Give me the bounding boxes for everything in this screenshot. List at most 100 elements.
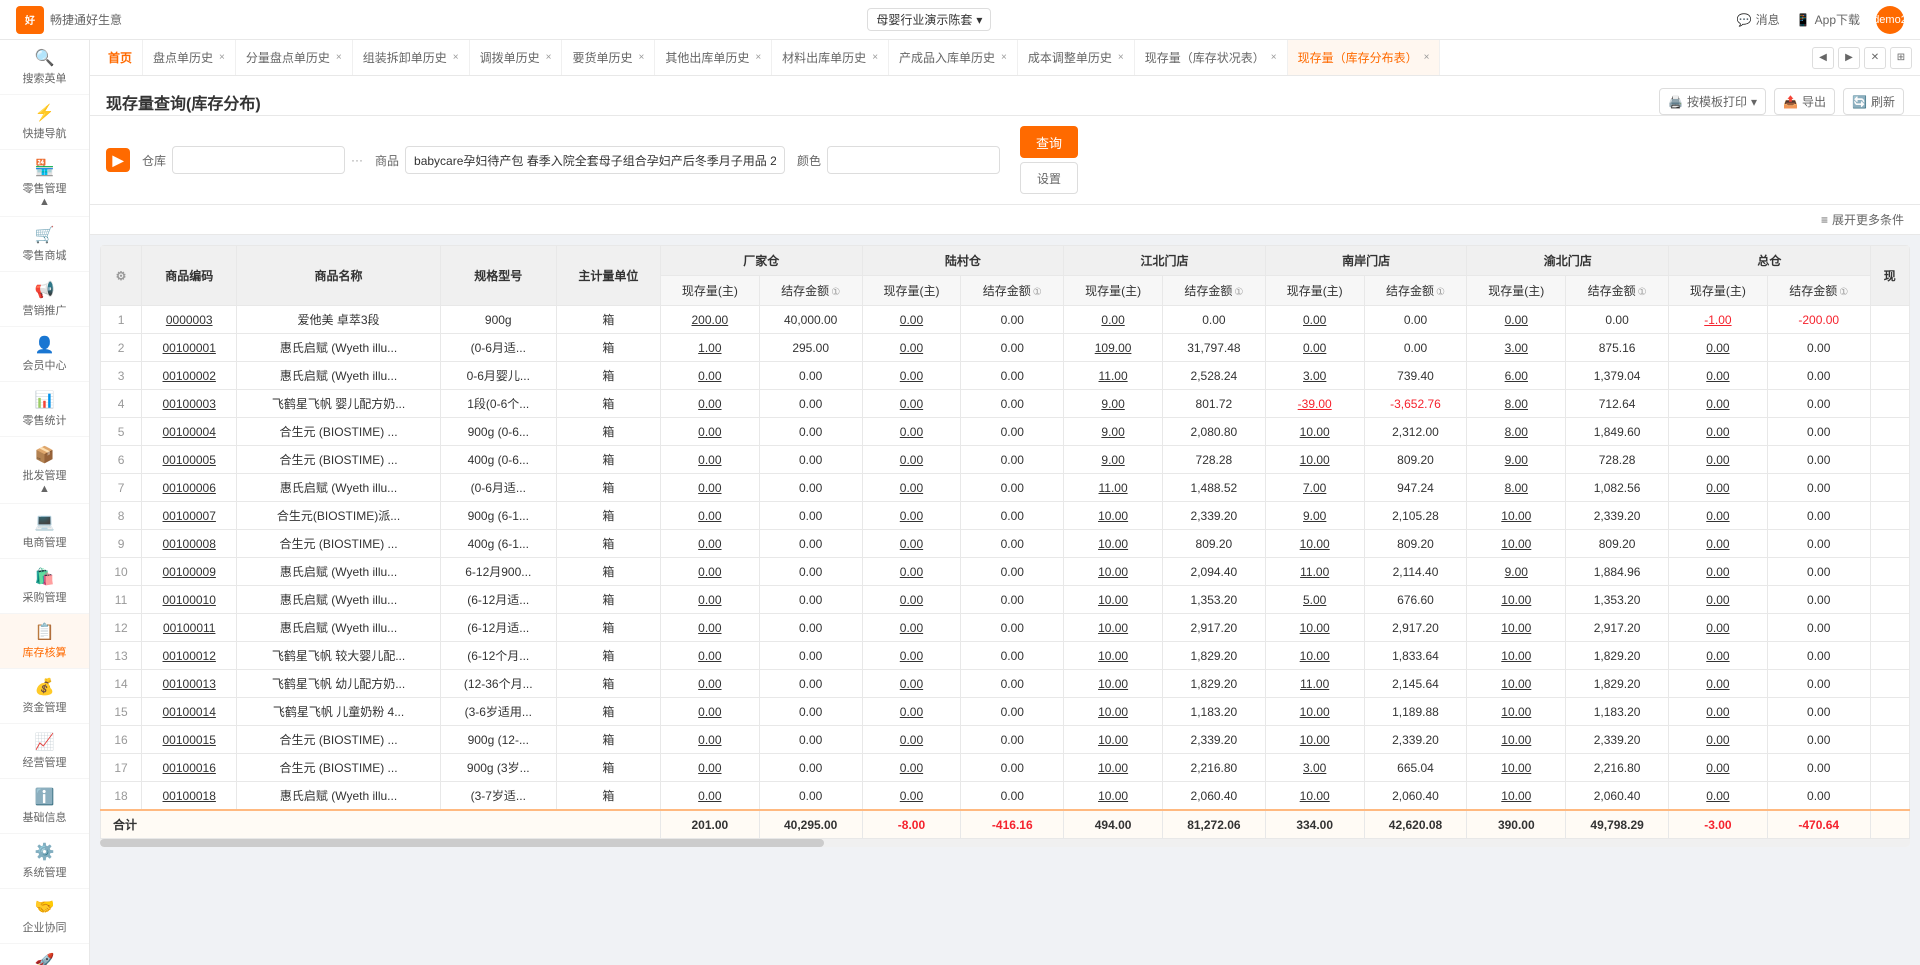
print-btn[interactable]: 🖨️ 按模板打印 ▾ <box>1659 88 1766 115</box>
member-icon: 👤 <box>35 335 55 355</box>
tab-transfer[interactable]: 调拨单历史 × <box>470 40 563 75</box>
tab-cost-adjust[interactable]: 成本调整单历史 × <box>1018 40 1135 75</box>
close-icon[interactable]: × <box>755 52 761 63</box>
filter-area: ▶ 仓库 ··· 商品 颜色 查询 设置 <box>90 116 1920 205</box>
row-jb-qty: 10.00 <box>1064 530 1163 558</box>
settings-btn[interactable]: 设置 <box>1020 162 1078 194</box>
row-name: 惠氏启赋 (Wyeth illu... <box>237 362 440 390</box>
row-na-amt: 739.40 <box>1364 362 1467 390</box>
warehouse-input[interactable] <box>172 146 345 174</box>
row-jb-amt: 1,183.20 <box>1162 698 1265 726</box>
tab-sub-check[interactable]: 分量盘点单历史 × <box>236 40 353 75</box>
horizontal-scrollbar[interactable] <box>100 839 1910 847</box>
close-icon[interactable]: × <box>872 52 878 63</box>
tab-next-btn[interactable]: ▶ <box>1838 47 1860 69</box>
th-code: 商品编码 <box>142 246 237 306</box>
wholesale-icon: 📦 <box>35 445 55 465</box>
row-zc-amt: 0.00 <box>1767 362 1870 390</box>
sidebar-item-finance[interactable]: 💰 资金管理 <box>0 669 89 724</box>
tab-prev-btn[interactable]: ◀ <box>1812 47 1834 69</box>
close-icon[interactable]: × <box>1118 52 1124 63</box>
sidebar-item-member[interactable]: 👤 会员中心 <box>0 327 89 382</box>
close-icon[interactable]: × <box>1001 52 1007 63</box>
row-na-qty: 10.00 <box>1265 530 1364 558</box>
sidebar-item-nav[interactable]: ⚡ 快捷导航 <box>0 95 89 150</box>
tab-stock-dist[interactable]: 现存量（库存分布表） × <box>1288 40 1441 75</box>
tab-material-out[interactable]: 材料出库单历史 × <box>772 40 889 75</box>
row-lc-qty: 0.00 <box>862 614 961 642</box>
close-icon[interactable]: × <box>453 52 459 63</box>
tab-expand-btn[interactable]: ⊞ <box>1890 47 1912 69</box>
row-yb-amt: 1,829.20 <box>1566 670 1669 698</box>
sidebar-item-retail[interactable]: 🏪 零售管理 ▲ <box>0 150 89 217</box>
row-code: 00100012 <box>142 642 237 670</box>
query-btn[interactable]: 查询 <box>1020 126 1078 158</box>
sidebar-item-inventory[interactable]: 📋 库存核算 <box>0 614 89 669</box>
close-icon[interactable]: × <box>1271 52 1277 63</box>
close-icon[interactable]: × <box>1424 52 1430 63</box>
row-name: 合生元 (BIOSTIME) ... <box>237 446 440 474</box>
sidebar-item-guide[interactable]: 🚀 新手引导 <box>0 944 89 965</box>
row-name: 合生元 (BIOSTIME) ... <box>237 530 440 558</box>
row-unit: 箱 <box>556 558 660 586</box>
tab-close-btn[interactable]: ✕ <box>1864 47 1886 69</box>
th-yubei-store: 渝北门店 <box>1467 246 1669 276</box>
row-spec: 900g (12-... <box>440 726 556 754</box>
row-jb-qty: 10.00 <box>1064 558 1163 586</box>
th-gear[interactable]: ⚙ <box>101 246 142 306</box>
row-yb-qty: 9.00 <box>1467 446 1566 474</box>
sidebar-item-ecommerce[interactable]: 💻 电商管理 <box>0 504 89 559</box>
tab-finished-in[interactable]: 产成品入库单历史 × <box>889 40 1018 75</box>
refresh-btn[interactable]: 🔄 刷新 <box>1843 88 1904 115</box>
sidebar-item-operations[interactable]: 📈 经营管理 <box>0 724 89 779</box>
row-fc-qty: 0.00 <box>660 418 759 446</box>
close-icon[interactable]: × <box>638 52 644 63</box>
row-yb-amt: 1,353.20 <box>1566 586 1669 614</box>
sum-lc-qty: -8.00 <box>862 810 961 839</box>
sidebar-item-info[interactable]: ℹ️ 基础信息 <box>0 779 89 834</box>
row-zc-amt: 0.00 <box>1767 530 1870 558</box>
row-num: 7 <box>101 474 142 502</box>
tab-home[interactable]: 首页 <box>98 40 143 75</box>
close-icon[interactable]: × <box>336 52 342 63</box>
row-jb-qty: 9.00 <box>1064 446 1163 474</box>
tab-order[interactable]: 要货单历史 × <box>562 40 655 75</box>
tab-assembly[interactable]: 组装拆卸单历史 × <box>353 40 470 75</box>
sidebar-item-purchase[interactable]: 🛍️ 采购管理 <box>0 559 89 614</box>
row-unit: 箱 <box>556 502 660 530</box>
row-lc-qty: 0.00 <box>862 362 961 390</box>
sidebar-item-mall[interactable]: 🛒 零售商城 <box>0 217 89 272</box>
close-icon[interactable]: × <box>546 52 552 63</box>
row-zc-amt: 0.00 <box>1767 418 1870 446</box>
product-input[interactable] <box>405 146 785 174</box>
table-row: 16 00100015 合生元 (BIOSTIME) ... 900g (12-… <box>101 726 1910 754</box>
sidebar-item-wholesale[interactable]: 📦 批发管理 ▲ <box>0 437 89 504</box>
row-unit: 箱 <box>556 670 660 698</box>
color-input[interactable] <box>827 146 1000 174</box>
app-download-btn[interactable]: 📱 App下载 <box>1796 11 1860 28</box>
sidebar-item-stats[interactable]: 📊 零售统计 <box>0 382 89 437</box>
messages-btn[interactable]: 💬 消息 <box>1737 11 1780 28</box>
row-na-amt: 0.00 <box>1364 334 1467 362</box>
tab-stock-status[interactable]: 现存量（库存状况表） × <box>1135 40 1288 75</box>
row-jb-qty: 10.00 <box>1064 726 1163 754</box>
row-zc-amt: 0.00 <box>1767 586 1870 614</box>
export-btn[interactable]: 📤 导出 <box>1774 88 1835 115</box>
row-zc-amt: 0.00 <box>1767 558 1870 586</box>
sidebar-item-system[interactable]: ⚙️ 系统管理 <box>0 834 89 889</box>
tab-inventory-check[interactable]: 盘点单历史 × <box>143 40 236 75</box>
filter-expand-btn[interactable]: ▶ <box>106 148 130 172</box>
th-total-wh: 总仓 <box>1669 246 1871 276</box>
store-selector[interactable]: 母婴行业演示陈套 ▾ <box>867 8 991 31</box>
expand-conditions-btn[interactable]: ≡ 展开更多条件 <box>1821 211 1904 228</box>
sidebar-item-search[interactable]: 🔍 搜索英单 <box>0 40 89 95</box>
row-current <box>1870 614 1909 642</box>
th-fc-amt: 结存金额① <box>759 276 862 306</box>
tab-other-out[interactable]: 其他出库单历史 × <box>655 40 772 75</box>
color-label: 颜色 <box>797 152 821 169</box>
sidebar-item-collab[interactable]: 🤝 企业协同 <box>0 889 89 944</box>
sidebar-item-marketing[interactable]: 📢 营销推广 <box>0 272 89 327</box>
avatar[interactable]: demo2 <box>1876 6 1904 34</box>
close-icon[interactable]: × <box>219 52 225 63</box>
collab-icon: 🤝 <box>35 897 55 917</box>
